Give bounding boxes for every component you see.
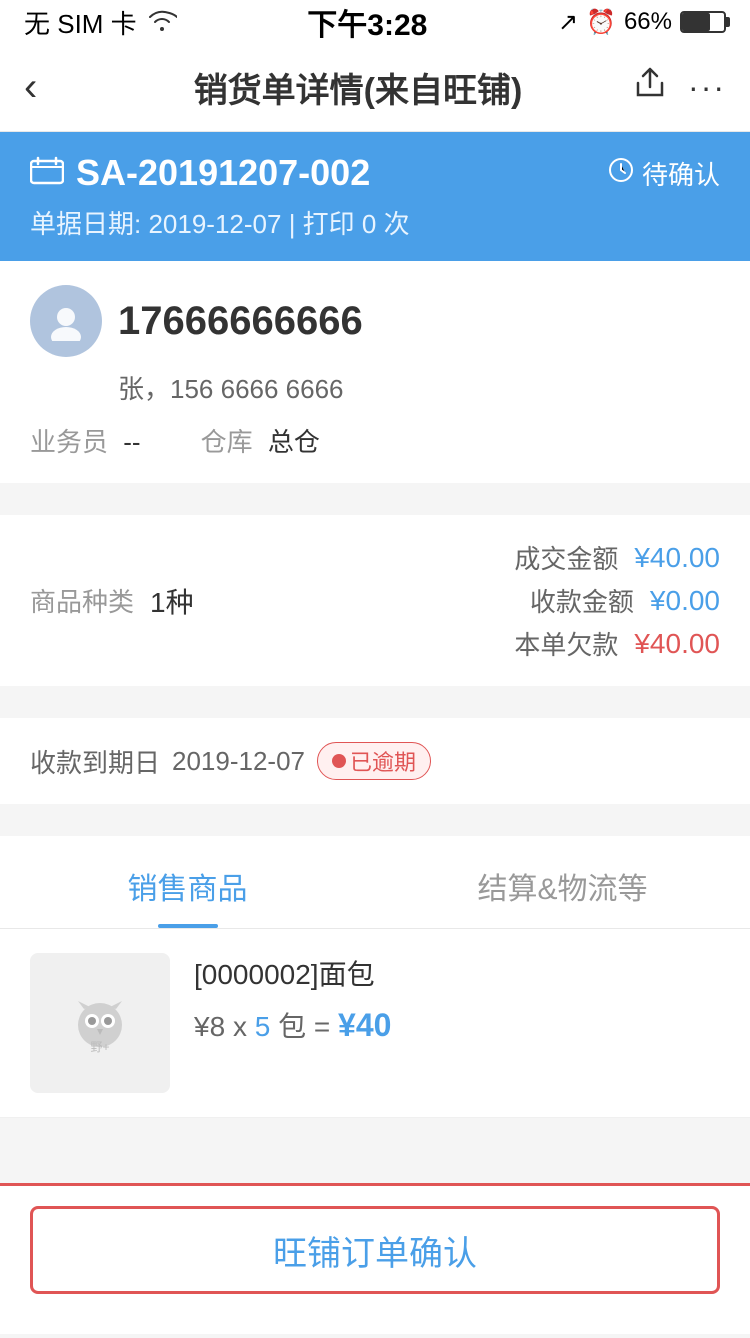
tabs-row: 销售商品 结算&物流等 — [0, 836, 750, 929]
product-name: [0000002]面包 — [194, 953, 720, 993]
nav-bar: ‹ 销货单详情(来自旺铺) ··· — [0, 44, 750, 132]
tabs-section: 销售商品 结算&物流等 — [0, 836, 750, 929]
received-amount-row: 收款金额 ¥0.00 — [530, 582, 720, 619]
status-bar: 无 SIM 卡 下午3:28 ↗ ⏰ 66% — [0, 0, 750, 44]
customer-phone: 17666666666 — [118, 299, 363, 344]
product-type: 商品种类 1种 — [30, 539, 194, 662]
product-unit-price: ¥8 — [194, 1011, 225, 1042]
page-title: 销货单详情(来自旺铺) — [84, 63, 632, 112]
customer-section: 17666666666 张，156 6666 6666 业务员 -- 仓库 总仓 — [0, 261, 750, 483]
order-date: 单据日期: 2019-12-07 | 打印 0 次 — [30, 204, 720, 241]
status-time: 下午3:28 — [307, 0, 427, 44]
customer-meta: 业务员 -- 仓库 总仓 — [30, 422, 720, 459]
customer-phone-row: 17666666666 — [30, 285, 720, 357]
order-status: 待确认 — [608, 155, 720, 192]
due-label: 收款到期日 — [30, 743, 160, 780]
share-icon[interactable] — [632, 65, 668, 110]
sales-rep: 业务员 -- — [30, 422, 141, 459]
gps-icon: ↗ — [558, 8, 578, 37]
divider-1 — [0, 499, 750, 515]
svg-text:野+: 野+ — [90, 1040, 109, 1053]
product-price-row: ¥8 x 5 包 = ¥40 — [194, 1005, 720, 1045]
customer-name: 张，156 6666 6666 — [30, 369, 720, 406]
overdue-text: 已逾期 — [350, 745, 416, 777]
product-quantity: 5 — [255, 1011, 271, 1042]
product-info: [0000002]面包 ¥8 x 5 包 = ¥40 — [194, 953, 720, 1093]
nav-actions: ··· — [632, 65, 726, 110]
carrier-text: 无 SIM 卡 — [24, 4, 137, 41]
overdue-dot-icon — [332, 754, 346, 768]
alarm-icon: ⏰ — [586, 8, 616, 37]
tab-sales-products[interactable]: 销售商品 — [0, 836, 375, 928]
warehouse: 仓库 总仓 — [201, 422, 320, 459]
confirm-button-wrap: 旺铺订单确认 — [0, 1183, 750, 1334]
divider-2 — [0, 702, 750, 718]
battery-percent: 66% — [624, 8, 672, 36]
product-thumbnail: 野+ — [30, 953, 170, 1093]
wifi-icon — [147, 7, 177, 38]
clock-icon — [608, 157, 634, 190]
summary-section: 商品种类 1种 成交金额 ¥40.00 收款金额 ¥0.00 本单欠款 ¥40.… — [0, 515, 750, 686]
overdue-badge: 已逾期 — [317, 742, 431, 780]
deal-amount-row: 成交金额 ¥40.00 — [514, 539, 720, 576]
divider-3 — [0, 820, 750, 836]
order-icon — [30, 152, 64, 194]
table-row: 野+ [0000002]面包 ¥8 x 5 包 = ¥40 — [0, 929, 750, 1118]
balance-amount-row: 本单欠款 ¥40.00 — [514, 625, 720, 662]
battery-icon — [680, 11, 726, 33]
due-date-section: 收款到期日 2019-12-07 已逾期 — [0, 718, 750, 804]
product-total: ¥40 — [338, 1007, 391, 1043]
more-icon[interactable]: ··· — [688, 69, 726, 106]
product-list: 野+ [0000002]面包 ¥8 x 5 包 = ¥40 — [0, 929, 750, 1118]
order-id: SA-20191207-002 — [30, 152, 370, 194]
back-button[interactable]: ‹ — [24, 65, 84, 110]
amounts: 成交金额 ¥40.00 收款金额 ¥0.00 本单欠款 ¥40.00 — [514, 539, 720, 662]
avatar — [30, 285, 102, 357]
status-left: 无 SIM 卡 — [24, 4, 177, 41]
tab-settlement-logistics[interactable]: 结算&物流等 — [375, 836, 750, 928]
due-date: 2019-12-07 — [172, 746, 305, 777]
confirm-order-button[interactable]: 旺铺订单确认 — [30, 1206, 720, 1294]
order-header: SA-20191207-002 待确认 单据日期: 2019-12-07 | 打… — [0, 132, 750, 261]
status-right: ↗ ⏰ 66% — [558, 8, 726, 37]
